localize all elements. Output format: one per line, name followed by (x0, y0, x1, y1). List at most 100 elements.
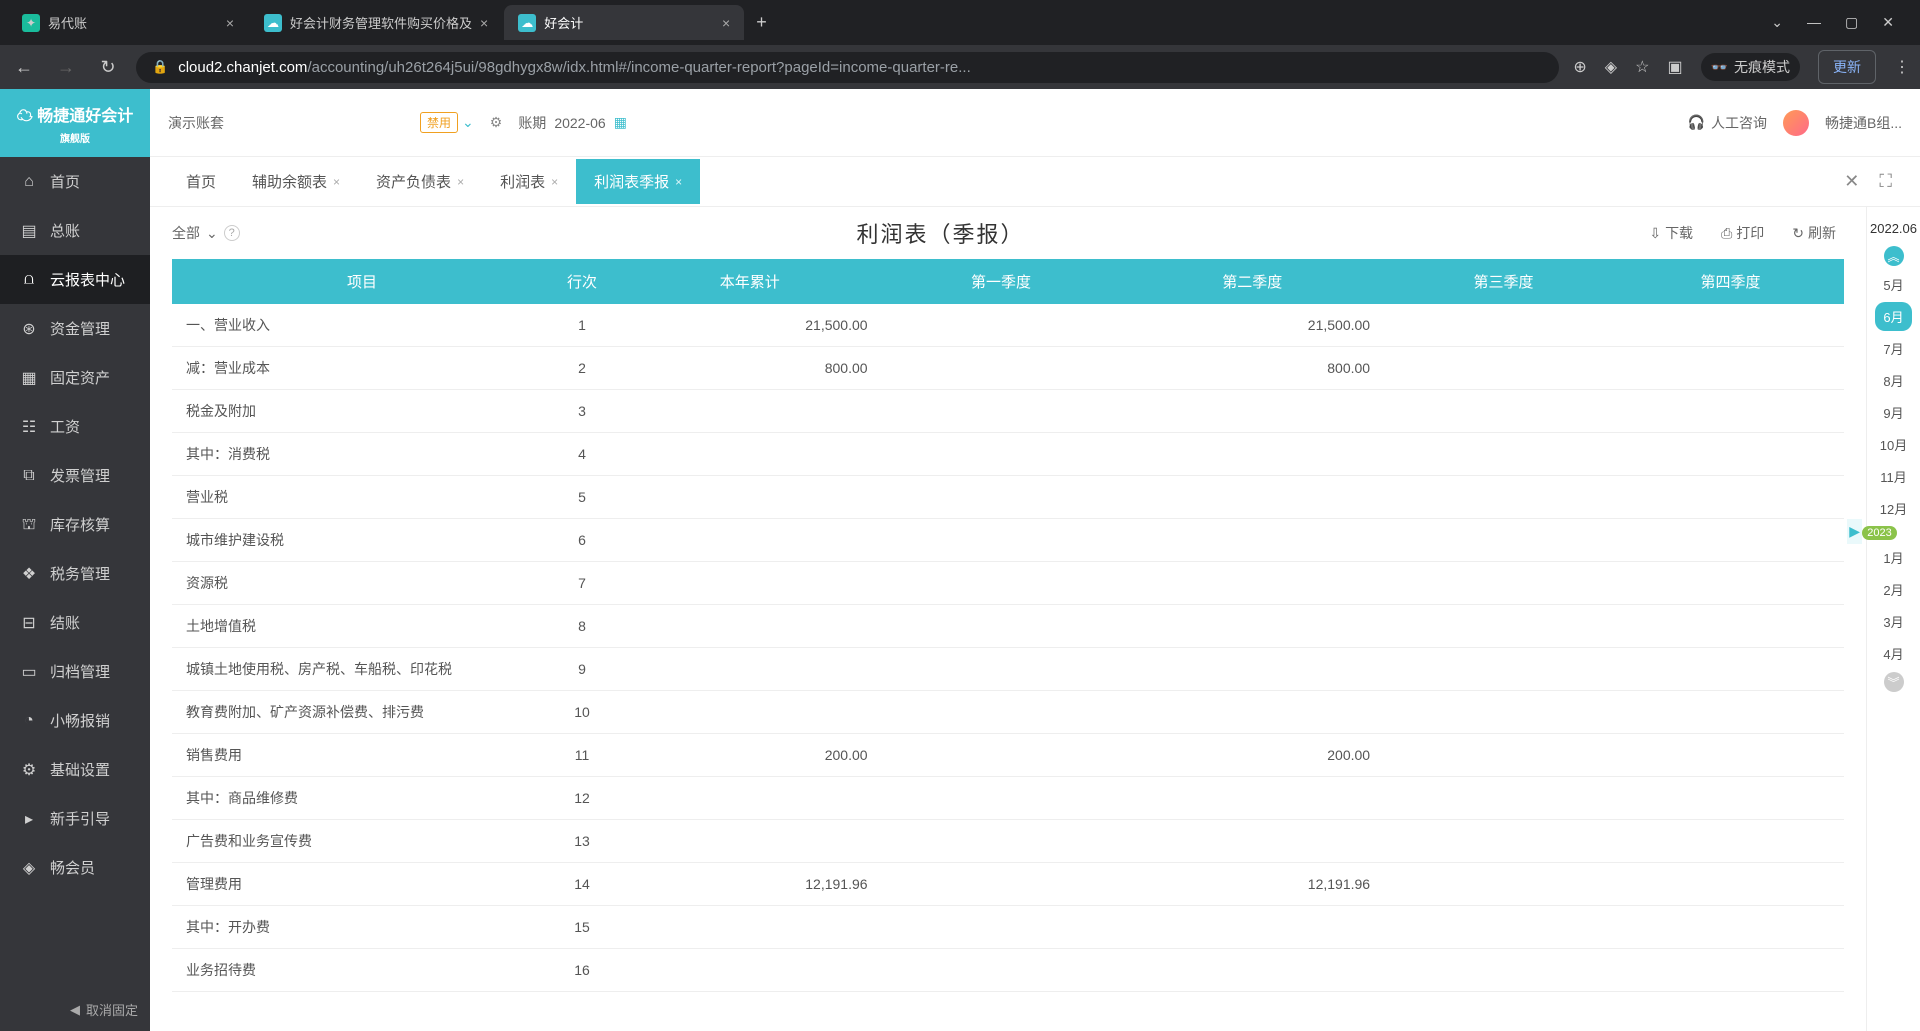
table-row[interactable]: 销售费用11200.00200.00 (172, 734, 1844, 777)
print-button[interactable]: ⎙打印 (1713, 219, 1772, 247)
filter-dropdown[interactable]: 全部 ⌄ ? (172, 223, 240, 243)
nav-label: 小畅报销 (50, 710, 110, 731)
refresh-icon: ↻ (1792, 225, 1804, 242)
month-button[interactable]: 11月 (1872, 462, 1915, 491)
month-button[interactable]: 10月 (1872, 430, 1915, 459)
download-button[interactable]: ⇩下载 (1641, 219, 1701, 247)
url-input[interactable]: 🔒 cloud2.chanjet.com/accounting/uh26t264… (136, 52, 1559, 83)
sidebar-item[interactable]: ◈畅会员 (0, 843, 150, 892)
table-row[interactable]: 营业税5 (172, 476, 1844, 519)
scroll-up-icon[interactable]: ︽ (1884, 246, 1904, 266)
close-icon[interactable]: × (551, 175, 558, 189)
month-button[interactable]: 6月 (1875, 302, 1911, 331)
month-button[interactable]: 4月 (1875, 639, 1911, 668)
new-tab-button[interactable]: + (746, 6, 777, 39)
extensions-icon[interactable]: ▣ (1667, 57, 1682, 77)
close-icon[interactable]: × (226, 15, 234, 31)
minimize-icon[interactable]: ― (1807, 14, 1821, 31)
disable-tag[interactable]: 禁用 (420, 112, 458, 133)
table-row[interactable]: 教育费附加、矿产资源补偿费、排污费10 (172, 691, 1844, 734)
sidebar-unpin[interactable]: ◀ 取消固定 (0, 988, 150, 1031)
period-selector[interactable]: 账期 2022-06 ▦ (518, 113, 627, 133)
maximize-icon[interactable]: ▢ (1845, 14, 1858, 31)
table-row[interactable]: 减：营业成本2800.00800.00 (172, 347, 1844, 390)
update-button[interactable]: 更新 (1818, 50, 1876, 84)
month-button[interactable]: 7月 (1875, 334, 1911, 363)
chevron-down-icon[interactable]: ⌄ (462, 114, 474, 131)
sidebar-item[interactable]: ⛫库存核算 (0, 500, 150, 549)
scroll-down-icon[interactable]: ︾ (1884, 672, 1904, 692)
app-logo: ☁ 畅捷通好会计 旗舰版 (0, 89, 150, 157)
username[interactable]: 畅捷通B组... (1825, 113, 1902, 133)
account-name[interactable]: 演示账套 (168, 113, 224, 133)
sidebar-item[interactable]: ☷工资 (0, 402, 150, 451)
avatar[interactable] (1783, 110, 1809, 136)
table-scroll[interactable]: 项目行次本年累计第一季度第二季度第三季度第四季度 一、营业收入121,500.0… (150, 259, 1866, 1031)
table-row[interactable]: 广告费和业务宣传费13 (172, 820, 1844, 863)
sidebar-item[interactable]: ⊛资金管理 (0, 304, 150, 353)
month-button[interactable]: 3月 (1875, 607, 1911, 636)
sidebar-item[interactable]: ▤总账 (0, 206, 150, 255)
sidebar-item[interactable]: ⌂首页 (0, 157, 150, 206)
browser-tab-active[interactable]: ☁ 好会计 × (504, 5, 744, 40)
table-row[interactable]: 其中：商品维修费12 (172, 777, 1844, 820)
gear-icon[interactable]: ⚙ (490, 114, 503, 131)
chevron-down-icon[interactable]: ⌄ (1771, 14, 1783, 31)
month-button[interactable]: 8月 (1875, 366, 1911, 395)
month-button[interactable]: 2月 (1875, 575, 1911, 604)
forward-icon[interactable]: → (52, 57, 80, 78)
menu-icon[interactable]: ⋮ (1894, 57, 1910, 77)
table-row[interactable]: 其中：开办费15 (172, 906, 1844, 949)
bookmark-icon[interactable]: ☆ (1635, 57, 1649, 77)
cell (612, 648, 888, 691)
month-button[interactable]: 9月 (1875, 398, 1911, 427)
sidebar-item[interactable]: ▦固定资产 (0, 353, 150, 402)
close-icon[interactable]: × (675, 175, 682, 189)
sidebar-item[interactable]: ◔小畅报销 (0, 696, 150, 745)
app-root: ☁ 畅捷通好会计 旗舰版 ⌂首页▤总账⩍云报表中心⊛资金管理▦固定资产☷工资⧉发… (0, 89, 1920, 1031)
page-tab[interactable]: 利润表季报× (576, 159, 700, 204)
period-value: 2022-06 (554, 115, 605, 131)
table-row[interactable]: 其中：消费税4 (172, 433, 1844, 476)
sidebar-item[interactable]: ⚙基础设置 (0, 745, 150, 794)
cell: 14 (552, 863, 612, 906)
table-row[interactable]: 税金及附加3 (172, 390, 1844, 433)
help-icon[interactable]: ? (224, 225, 240, 241)
browser-tab[interactable]: ☁ 好会计财务管理软件购买价格及 × (250, 5, 502, 40)
refresh-button[interactable]: ↻刷新 (1784, 219, 1844, 247)
close-window-icon[interactable]: ✕ (1882, 14, 1894, 31)
month-button[interactable]: 1月 (1875, 543, 1911, 572)
table-row[interactable]: 业务招待费16 (172, 949, 1844, 992)
close-icon[interactable]: × (333, 175, 340, 189)
close-panel-icon[interactable]: ✕ (1834, 167, 1869, 196)
page-tab[interactable]: 辅助余额表× (234, 159, 358, 204)
table-row[interactable]: 土地增值税8 (172, 605, 1844, 648)
sidebar-item[interactable]: ⧉发票管理 (0, 451, 150, 500)
reload-icon[interactable]: ↻ (94, 57, 122, 78)
month-button[interactable]: 5月 (1875, 270, 1911, 299)
close-icon[interactable]: × (457, 175, 464, 189)
scroll-right-icon[interactable]: ▶ (1847, 519, 1862, 544)
page-tab[interactable]: 资产负债表× (358, 159, 482, 204)
page-tab[interactable]: 利润表× (482, 159, 576, 204)
back-icon[interactable]: ← (10, 57, 38, 78)
table-row[interactable]: 城镇土地使用税、房产税、车船税、印花税9 (172, 648, 1844, 691)
table-row[interactable]: 一、营业收入121,500.0021,500.00 (172, 304, 1844, 347)
ai-help-button[interactable]: 🎧 人工咨询 (1688, 113, 1767, 133)
page-tab[interactable]: 首页 (168, 159, 234, 204)
table-row[interactable]: 管理费用1412,191.9612,191.96 (172, 863, 1844, 906)
extension-icon[interactable]: ◈ (1605, 57, 1617, 77)
browser-tab[interactable]: ✦ 易代账 × (8, 5, 248, 40)
sidebar-item[interactable]: ❖税务管理 (0, 549, 150, 598)
sidebar-item[interactable]: ▸新手引导 (0, 794, 150, 843)
close-icon[interactable]: × (722, 15, 730, 31)
table-row[interactable]: 资源税7 (172, 562, 1844, 605)
sidebar-item[interactable]: ⩍云报表中心 (0, 255, 150, 304)
table-row[interactable]: 城市维护建设税6 (172, 519, 1844, 562)
sidebar-item[interactable]: ▭归档管理 (0, 647, 150, 696)
sidebar-item[interactable]: ⊟结账 (0, 598, 150, 647)
fullscreen-icon[interactable]: ⛶ (1869, 167, 1902, 196)
month-button[interactable]: 12月 (1872, 494, 1915, 523)
close-icon[interactable]: × (480, 15, 488, 31)
zoom-icon[interactable]: ⊕ (1573, 57, 1586, 77)
